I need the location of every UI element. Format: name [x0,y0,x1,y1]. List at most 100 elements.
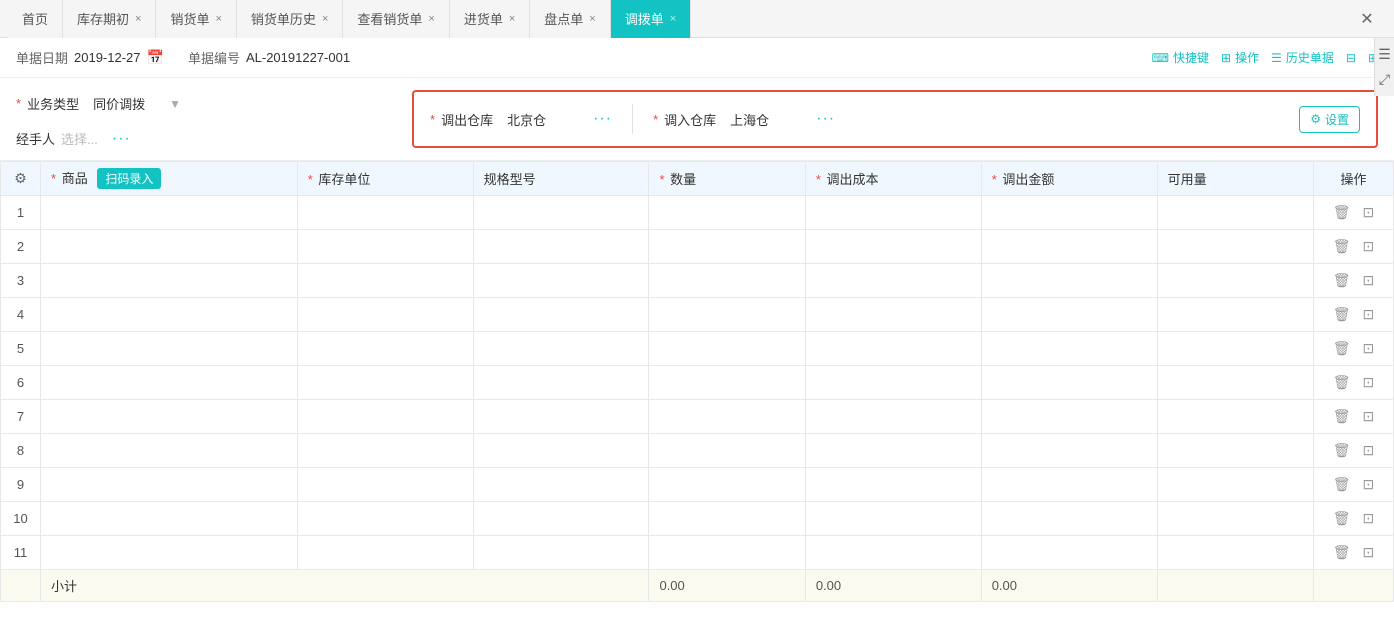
row-available-8[interactable] [1157,434,1313,468]
business-type-select[interactable]: 同价调拨 ▼ [85,90,181,117]
row-product-6[interactable] [41,366,298,400]
row-cost-5[interactable] [805,332,981,366]
delete-row-7-button[interactable]: 🗑 [1331,406,1353,427]
row-cost-4[interactable] [805,298,981,332]
row-unit-8[interactable] [297,434,473,468]
tab-inventory-init[interactable]: 库存期初 × [63,0,156,38]
handler-placeholder[interactable]: 选择... [61,129,98,148]
row-available-2[interactable] [1157,230,1313,264]
row-available-10[interactable] [1157,502,1313,536]
window-close-button[interactable]: ✕ [1348,0,1386,38]
operate-button[interactable]: ⊞ 操作 [1221,49,1259,66]
row-amount-3[interactable] [981,264,1157,298]
tab-inventory[interactable]: 盘点单 × [530,0,610,38]
row-cost-1[interactable] [805,196,981,230]
tab-purchase[interactable]: 进货单 × [450,0,530,38]
row-product-4[interactable] [41,298,298,332]
row-available-9[interactable] [1157,468,1313,502]
row-product-9[interactable] [41,468,298,502]
row-cost-2[interactable] [805,230,981,264]
row-available-5[interactable] [1157,332,1313,366]
copy-row-7-button[interactable]: ⊡ [1361,406,1377,427]
row-spec-10[interactable] [473,502,649,536]
row-cost-7[interactable] [805,400,981,434]
row-amount-5[interactable] [981,332,1157,366]
delete-row-8-button[interactable]: 🗑 [1331,440,1353,461]
row-spec-6[interactable] [473,366,649,400]
row-qty-2[interactable] [649,230,805,264]
row-spec-9[interactable] [473,468,649,502]
row-qty-10[interactable] [649,502,805,536]
row-spec-8[interactable] [473,434,649,468]
row-available-11[interactable] [1157,536,1313,570]
tab-transfer-close[interactable]: × [670,13,676,25]
history-button[interactable]: ☰ 历史单据 [1271,49,1334,66]
row-unit-4[interactable] [297,298,473,332]
settings-button[interactable]: ⚙ 设置 [1299,106,1360,133]
row-cost-3[interactable] [805,264,981,298]
row-amount-6[interactable] [981,366,1157,400]
row-amount-2[interactable] [981,230,1157,264]
delete-row-5-button[interactable]: 🗑 [1331,338,1353,359]
delete-row-10-button[interactable]: 🗑 [1331,508,1353,529]
sidebar-list-icon[interactable]: ☰ [1378,46,1391,63]
row-product-5[interactable] [41,332,298,366]
row-spec-3[interactable] [473,264,649,298]
row-qty-3[interactable] [649,264,805,298]
row-product-7[interactable] [41,400,298,434]
row-available-1[interactable] [1157,196,1313,230]
delete-row-2-button[interactable]: 🗑 [1331,236,1353,257]
row-amount-10[interactable] [981,502,1157,536]
tab-purchase-close[interactable]: × [509,13,515,25]
tab-inventory-init-close[interactable]: × [135,13,141,25]
row-unit-5[interactable] [297,332,473,366]
transfer-out-more-icon[interactable]: ··· [593,110,612,128]
row-spec-2[interactable] [473,230,649,264]
row-qty-11[interactable] [649,536,805,570]
copy-row-3-button[interactable]: ⊡ [1361,270,1377,291]
row-cost-9[interactable] [805,468,981,502]
row-unit-7[interactable] [297,400,473,434]
delete-row-9-button[interactable]: 🗑 [1331,474,1353,495]
row-cost-8[interactable] [805,434,981,468]
delete-row-1-button[interactable]: 🗑 [1331,202,1353,223]
row-product-8[interactable] [41,434,298,468]
tab-inventory-close[interactable]: × [589,13,595,25]
row-amount-8[interactable] [981,434,1157,468]
row-unit-6[interactable] [297,366,473,400]
copy-row-8-button[interactable]: ⊡ [1361,440,1377,461]
tab-sales-history-close[interactable]: × [322,13,328,25]
delete-row-11-button[interactable]: 🗑 [1331,542,1353,563]
row-spec-11[interactable] [473,536,649,570]
row-product-11[interactable] [41,536,298,570]
layout-button[interactable]: ⊟ [1346,51,1356,65]
row-amount-7[interactable] [981,400,1157,434]
copy-row-11-button[interactable]: ⊡ [1361,542,1377,563]
row-cost-6[interactable] [805,366,981,400]
scan-input-button[interactable]: 扫码录入 [97,168,161,189]
row-qty-4[interactable] [649,298,805,332]
delete-row-4-button[interactable]: 🗑 [1331,304,1353,325]
delete-row-3-button[interactable]: 🗑 [1331,270,1353,291]
tab-view-sales-close[interactable]: × [428,13,434,25]
row-cost-10[interactable] [805,502,981,536]
row-unit-3[interactable] [297,264,473,298]
row-cost-11[interactable] [805,536,981,570]
handler-more-icon[interactable]: ··· [112,130,131,148]
copy-row-10-button[interactable]: ⊡ [1361,508,1377,529]
transfer-in-more-icon[interactable]: ··· [816,110,835,128]
table-settings-icon[interactable]: ⚙ [14,170,27,186]
row-qty-8[interactable] [649,434,805,468]
row-qty-9[interactable] [649,468,805,502]
row-product-10[interactable] [41,502,298,536]
copy-row-2-button[interactable]: ⊡ [1361,236,1377,257]
row-qty-6[interactable] [649,366,805,400]
row-unit-1[interactable] [297,196,473,230]
row-unit-9[interactable] [297,468,473,502]
copy-row-5-button[interactable]: ⊡ [1361,338,1377,359]
row-qty-5[interactable] [649,332,805,366]
row-unit-11[interactable] [297,536,473,570]
row-product-1[interactable] [41,196,298,230]
row-spec-1[interactable] [473,196,649,230]
copy-row-1-button[interactable]: ⊡ [1361,202,1377,223]
